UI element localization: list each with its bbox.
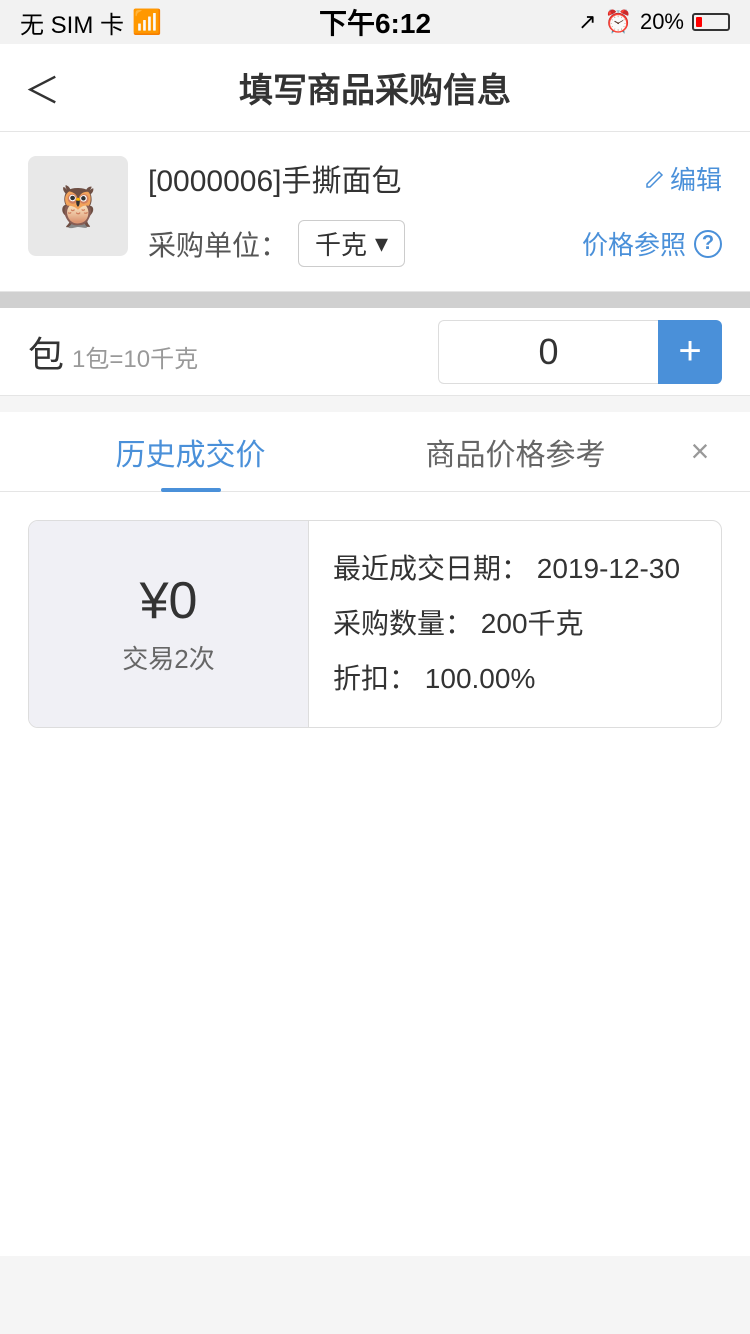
qty-unit-name: 包	[28, 326, 64, 378]
status-left: 无 SIM 卡 📶	[20, 5, 162, 40]
tab-price-reference[interactable]: 商品价格参考	[353, 412, 678, 492]
price-ref-link[interactable]: 价格参照 ?	[582, 225, 722, 262]
back-button[interactable]: ＜	[24, 62, 60, 114]
tab-price-ref-label: 商品价格参考	[426, 430, 606, 474]
unit-label: 采购单位： 千克 ▾	[148, 220, 405, 267]
page-title: 填写商品采购信息	[239, 63, 511, 112]
history-details-panel: 最近成交日期： 2019-12-30 采购数量： 200千克 折扣： 100.0…	[309, 521, 721, 727]
qty-plus-button[interactable]: +	[658, 320, 722, 384]
purchase-qty-value: 200千克	[481, 608, 584, 639]
tab-history-price[interactable]: 历史成交价	[28, 412, 353, 492]
battery-percent: 20%	[640, 9, 684, 35]
product-image-icon: 🦉	[53, 183, 103, 230]
tab-content: ¥0 交易2次 最近成交日期： 2019-12-30 采购数量： 200千克 折…	[0, 492, 750, 756]
history-price-value: ¥0	[140, 571, 198, 631]
status-bar: 无 SIM 卡 📶 下午6:12 ↗ ⏰ 20%	[0, 0, 750, 44]
product-image: 🦉	[28, 156, 128, 256]
status-right: ↗ ⏰ 20%	[578, 9, 730, 35]
location-icon: ↗	[578, 9, 596, 35]
discount-label: 折扣：	[333, 663, 417, 694]
unit-value: 千克	[315, 225, 367, 262]
purchase-qty-item: 采购数量： 200千克	[333, 604, 697, 643]
status-time: 下午6:12	[319, 2, 431, 42]
discount-value: 100.00%	[425, 663, 536, 694]
info-icon: ?	[694, 230, 722, 258]
qty-unit-label: 包 1包=10千克	[28, 326, 438, 378]
recent-date-label: 最近成交日期：	[333, 553, 529, 584]
edit-link[interactable]: 编辑	[644, 160, 722, 197]
discount-item: 折扣： 100.00%	[333, 659, 697, 698]
product-info: [0000006]手撕面包 编辑 采购单位： 千克 ▾ 价格参照 ?	[148, 156, 722, 267]
history-card: ¥0 交易2次 最近成交日期： 2019-12-30 采购数量： 200千克 折…	[28, 520, 722, 728]
battery-icon	[692, 13, 730, 31]
qty-input-wrap: +	[438, 320, 722, 384]
tab-history-label: 历史成交价	[116, 430, 266, 474]
tab-underline	[161, 488, 221, 492]
history-price-panel: ¥0 交易2次	[29, 521, 309, 727]
alarm-icon: ⏰	[605, 9, 632, 35]
wifi-icon: 📶	[132, 8, 162, 37]
product-name: [0000006]手撕面包	[148, 156, 401, 200]
purchase-qty-label: 采购数量：	[333, 608, 473, 639]
no-sim-label: 无 SIM 卡	[20, 5, 124, 40]
product-header: [0000006]手撕面包 编辑	[148, 156, 722, 200]
chevron-down-icon: ▾	[375, 228, 388, 259]
price-ref-label: 价格参照	[582, 225, 686, 262]
recent-date-value: 2019-12-30	[537, 553, 680, 584]
recent-date-item: 最近成交日期： 2019-12-30	[333, 549, 697, 588]
tabs-section: 历史成交价 商品价格参考 × ¥0 交易2次 最近成交日期： 2019-12-3…	[0, 412, 750, 756]
qty-unit-convert: 1包=10千克	[72, 339, 198, 374]
tabs-header: 历史成交价 商品价格参考 ×	[0, 412, 750, 492]
gray-divider	[0, 292, 750, 308]
product-card: 🦉 [0000006]手撕面包 编辑 采购单位： 千克 ▾ 价格参照 ?	[0, 132, 750, 292]
edit-label: 编辑	[670, 160, 722, 197]
nav-bar: ＜ 填写商品采购信息	[0, 44, 750, 132]
tab-close-button[interactable]: ×	[678, 430, 722, 474]
quantity-row: 包 1包=10千克 +	[0, 308, 750, 396]
main-content-area	[0, 756, 750, 1256]
unit-select[interactable]: 千克 ▾	[298, 220, 405, 267]
product-unit-row: 采购单位： 千克 ▾ 价格参照 ?	[148, 220, 722, 267]
qty-input[interactable]	[438, 320, 658, 384]
unit-prefix: 采购单位：	[148, 224, 288, 264]
history-trades-count: 交易2次	[122, 639, 214, 676]
